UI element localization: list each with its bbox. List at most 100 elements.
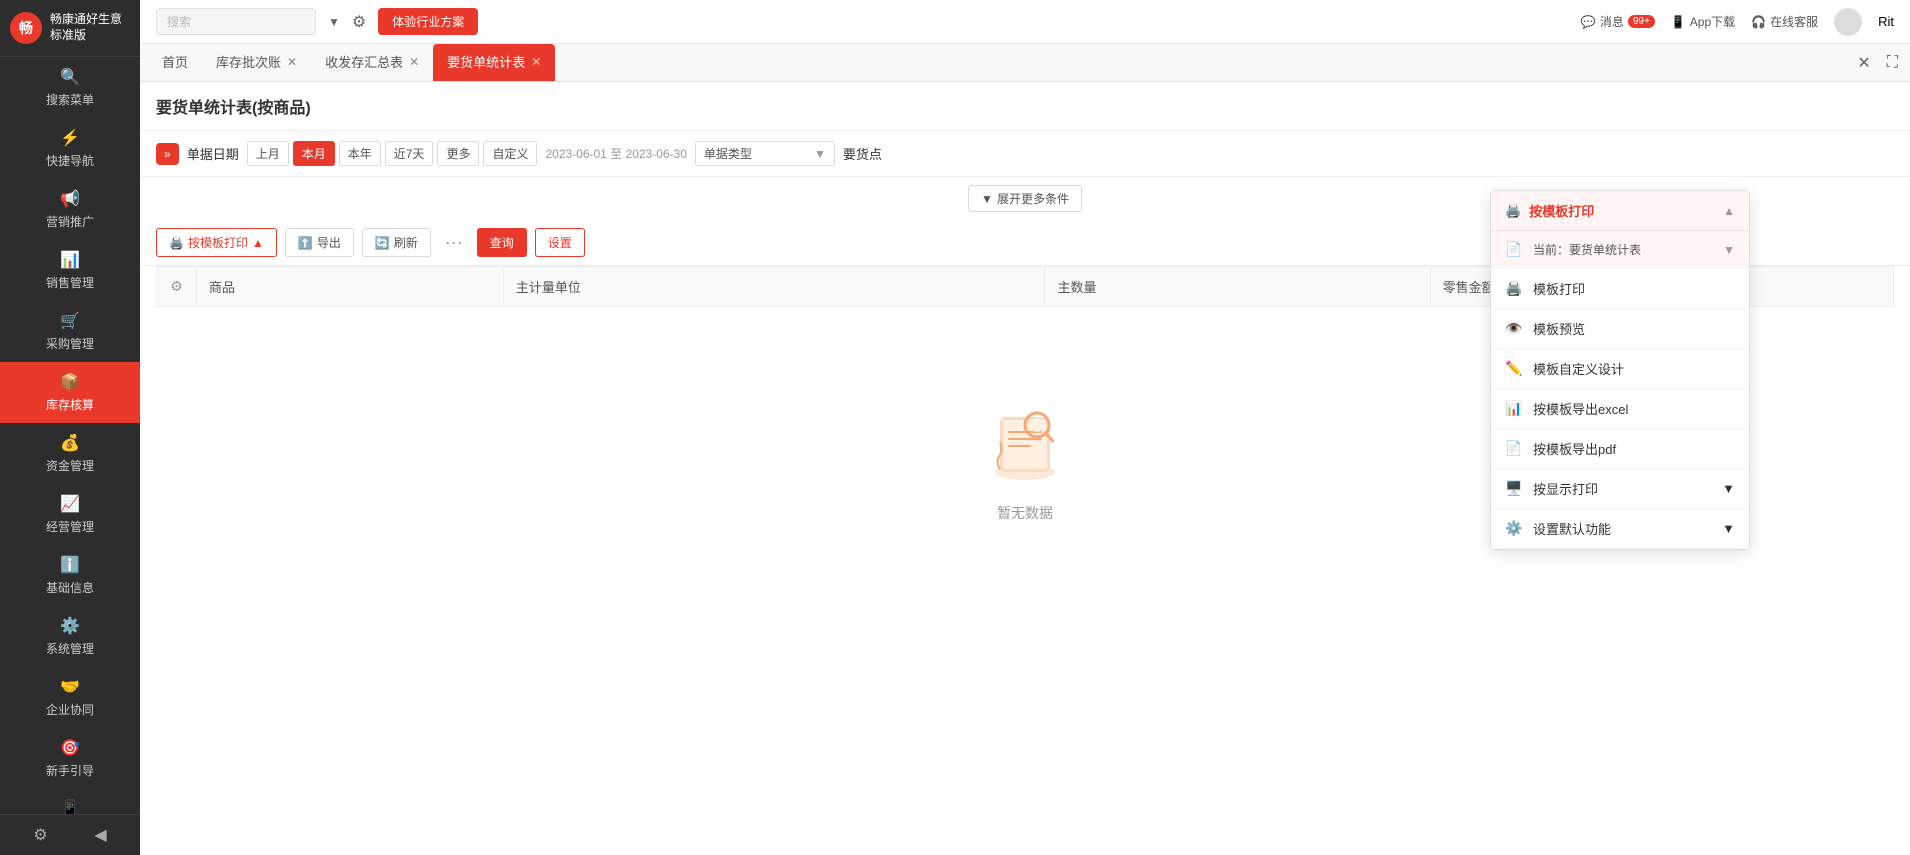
print-btn[interactable]: 🖨️ 按模板打印 ▲ [156,228,277,257]
search-icon: 🔍 [60,67,80,87]
dropdown-current-item[interactable]: 📄 当前：要货单统计表 ▼ [1491,231,1749,269]
trending-icon: 📈 [60,494,80,514]
dropdown-default-func[interactable]: ⚙️ 设置默认功能 ▼ [1491,509,1749,549]
expand-label: 展开更多条件 [997,190,1069,207]
col-product: 商品 [197,267,504,307]
refresh-btn-label: 刷新 [394,234,418,251]
sidebar-item-label: 库存核算 [46,396,94,413]
type-filter-select[interactable]: 单据类型 ▼ [695,141,835,166]
user-name: Rit [1878,14,1894,29]
date-btn-7days[interactable]: 近7天 [385,141,434,166]
sidebar-item-label: 系统管理 [46,640,94,657]
dropdown-item-template-excel[interactable]: 📊 按模板导出excel [1491,389,1749,429]
online-service-item[interactable]: 🎧 在线客服 [1751,13,1818,30]
dropdown-header[interactable]: 🖨️ 按模板打印 ▲ [1491,191,1749,231]
dropdown-header-arrow: ▲ [1723,204,1735,218]
logo-icon: 畅 [10,12,42,44]
refresh-btn[interactable]: 🔄 刷新 [362,228,431,257]
dropdown-item-template-preview[interactable]: 👁️ 模板预览 [1491,309,1749,349]
dropdown-display-print-label: 按显示打印 [1533,479,1598,498]
tab-receipt-summary[interactable]: 收发存汇总表 ✕ [311,44,433,81]
sidebar-item-marketing[interactable]: 📢 营销推广 [0,179,140,240]
settings-header-icon[interactable]: ⚙ [352,12,366,32]
tab-order-stats-close[interactable]: ✕ [531,55,541,69]
display-print-icon: 🖥️ [1505,480,1523,497]
sidebar-item-purchase[interactable]: 🛒 采购管理 [0,301,140,362]
date-btn-more[interactable]: 更多 [437,141,479,166]
toolbar-right: 🖨️ 按模板打印 ▲ ⬆️ 导出 🔄 刷新 ··· 查询 设置 [156,228,585,257]
date-btn-this-month[interactable]: 本月 [293,141,335,166]
sidebar-item-operations[interactable]: 📈 经营管理 [0,484,140,545]
dropdown-item-template-pdf[interactable]: 📄 按模板导出pdf [1491,429,1749,469]
app-name: 畅康通好生意 [50,12,122,28]
dropdown-item-template-print[interactable]: 🖨️ 模板打印 [1491,269,1749,309]
tab-close-window-btn[interactable]: ✕ [1853,49,1874,77]
page-area: 要货单统计表(按商品) » 单据日期 上月 本月 本年 近7天 更多 自定义 2… [140,82,1910,855]
dropdown-item-template-excel-label: 按模板导出excel [1533,399,1628,418]
settings-btn[interactable]: 设置 [535,228,585,257]
sidebar-item-label: 资金管理 [46,457,94,474]
date-btn-last-month[interactable]: 上月 [247,141,289,166]
message-item[interactable]: 💬 消息 99+ [1581,13,1655,30]
search-placeholder: 搜索 [167,15,191,29]
dropdown-item-template-preview-label: 模板预览 [1533,319,1585,338]
collapse-footer-icon[interactable]: ◀ [94,825,106,845]
sidebar-item-label: 企业协同 [46,701,94,718]
dropdown-display-print[interactable]: 🖥️ 按显示打印 ▼ [1491,469,1749,509]
expand-more-btn[interactable]: ▼ 展开更多条件 [968,185,1082,212]
chart-icon: 📊 [60,250,80,270]
query-btn[interactable]: 查询 [477,228,527,257]
template-preview-icon: 👁️ [1505,320,1523,337]
dropdown-item-template-design[interactable]: ✏️ 模板自定义设计 [1491,349,1749,389]
headset-icon: 🎧 [1751,15,1766,29]
app-edition: 标准版 [50,28,122,44]
tab-batch-account-close[interactable]: ✕ [287,55,297,69]
online-service-label: 在线客服 [1770,13,1818,30]
tab-maximize-btn[interactable]: ⛶ [1883,50,1902,76]
sidebar-item-label: 销售管理 [46,274,94,291]
target-icon: 🎯 [60,738,80,758]
sidebar-item-newbie[interactable]: 🎯 新手引导 [0,728,140,789]
export-btn[interactable]: ⬆️ 导出 [285,228,354,257]
type-filter-label: 单据类型 [704,145,752,162]
dropdown-header-label: 按模板打印 [1529,201,1594,220]
more-actions-btn[interactable]: ··· [439,230,469,255]
sidebar: 畅 畅康通好生意 标准版 🔍 搜索菜单 ⚡ 快捷导航 📢 营销推广 📊 销售管理… [0,0,140,855]
header-search-bar[interactable]: 搜索 [156,8,316,35]
print-btn-label: 按模板打印 [188,234,248,251]
col-unit: 主计量单位 [503,267,1045,307]
sidebar-item-search[interactable]: 🔍 搜索菜单 [0,57,140,118]
sidebar-item-quick-nav[interactable]: ⚡ 快捷导航 [0,118,140,179]
tab-order-stats[interactable]: 要货单统计表 ✕ [433,44,555,81]
dropdown-default-func-label: 设置默认功能 [1533,519,1611,538]
date-btn-custom[interactable]: 自定义 [483,141,537,166]
message-badge: 99+ [1628,15,1655,28]
dropdown-display-print-left: 🖥️ 按显示打印 [1505,479,1598,498]
filter-toggle-btn[interactable]: » [156,143,179,165]
sidebar-item-label: 新手引导 [46,762,94,779]
user-avatar[interactable] [1834,8,1862,36]
tab-batch-account[interactable]: 库存批次账 ✕ [202,44,311,81]
tab-home[interactable]: 首页 [148,44,202,81]
empty-text: 暂无数据 [997,503,1053,523]
industry-btn[interactable]: 体验行业方案 [378,8,478,35]
date-btn-this-year[interactable]: 本年 [339,141,381,166]
sidebar-item-basic[interactable]: ℹ️ 基础信息 [0,545,140,606]
sidebar-item-finance[interactable]: 💰 资金管理 [0,423,140,484]
sidebar-item-app-center[interactable]: 📱 应用中心 [0,789,140,814]
col-settings-icon[interactable]: ⚙ [170,278,183,294]
tab-bar: 首页 库存批次账 ✕ 收发存汇总表 ✕ 要货单统计表 ✕ ✕ ⛶ [140,44,1910,82]
col-settings[interactable]: ⚙ [157,267,197,307]
app-download-item[interactable]: 📱 App下载 [1671,13,1735,30]
header-dropdown[interactable]: ▼ [328,15,340,29]
template-print-icon: 🖨️ [1505,280,1523,297]
tab-receipt-summary-close[interactable]: ✕ [409,55,419,69]
mobile-icon: 📱 [60,799,80,814]
settings-footer-icon[interactable]: ⚙ [33,825,47,845]
sidebar-item-sales[interactable]: 📊 销售管理 [0,240,140,301]
sidebar-item-system[interactable]: ⚙️ 系统管理 [0,606,140,667]
sidebar-item-cooperation[interactable]: 🤝 企业协同 [0,667,140,728]
empty-state-icon [975,387,1075,487]
sidebar-item-inventory[interactable]: 📦 库存核算 [0,362,140,423]
filter-bar: » 单据日期 上月 本月 本年 近7天 更多 自定义 2023-06-01 至 … [140,131,1910,177]
